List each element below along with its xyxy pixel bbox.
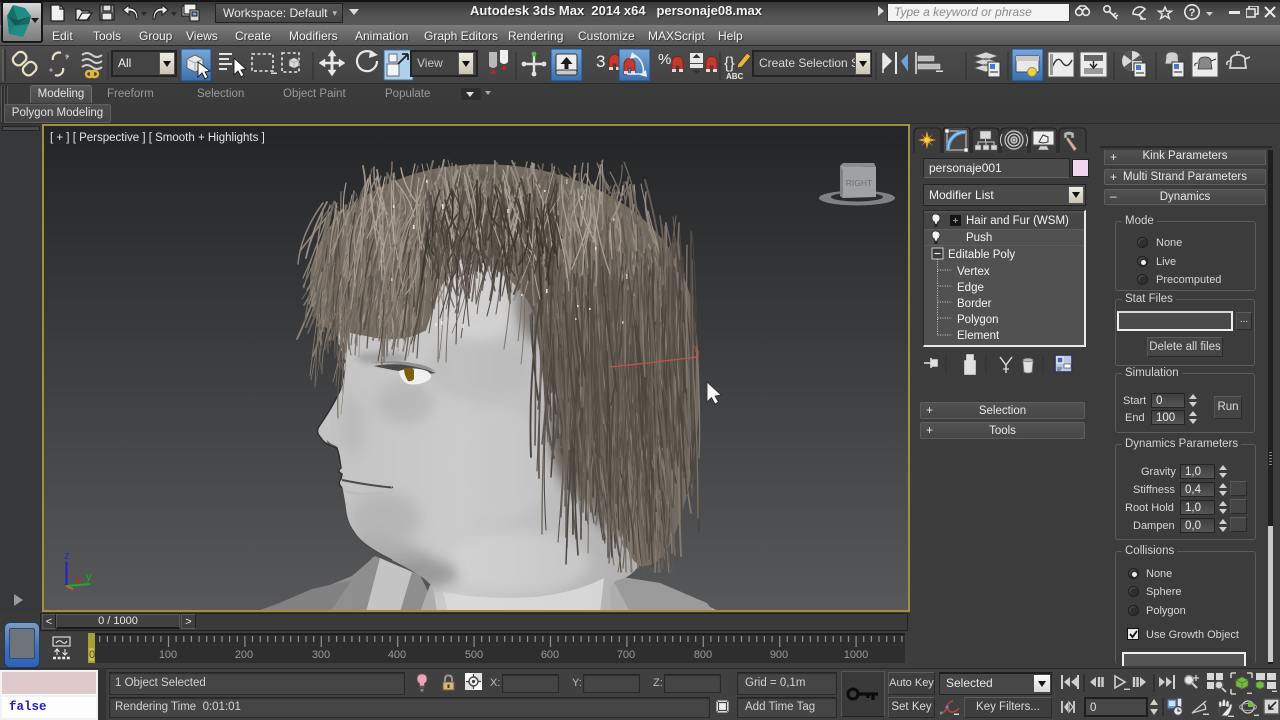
svg-text:[ + ] [ Perspective ] [ Smooth: [ + ] [ Perspective ] [ Smooth + Highlig… <box>50 132 265 144</box>
svg-text:z: z <box>64 550 70 562</box>
svg-text:Polygon: Polygon <box>957 314 999 326</box>
svg-text:500: 500 <box>465 649 483 661</box>
svg-text:Push: Push <box>966 232 992 244</box>
svg-text:0: 0 <box>89 649 95 661</box>
svg-text:0: 0 <box>1090 702 1096 714</box>
svg-text:300: 300 <box>312 649 330 661</box>
svg-text:{}: {} <box>724 55 735 72</box>
svg-text:y: y <box>694 343 698 352</box>
svg-text:600: 600 <box>541 649 559 661</box>
svg-text:x: x <box>76 575 82 586</box>
svg-text:RIGHT: RIGHT <box>846 178 872 188</box>
svg-text:1000: 1000 <box>844 649 868 661</box>
svg-text:Border: Border <box>957 298 992 310</box>
svg-text:100: 100 <box>159 649 177 661</box>
svg-text:Hair and Fur (WSM): Hair and Fur (WSM) <box>966 215 1069 227</box>
svg-text:Editable Poly: Editable Poly <box>948 249 1015 261</box>
svg-text:200: 200 <box>235 649 253 661</box>
svg-text:?: ? <box>1189 7 1196 19</box>
svg-text:900: 900 <box>770 649 788 661</box>
svg-text:3: 3 <box>596 52 605 71</box>
svg-text:y: y <box>86 571 92 583</box>
svg-text:700: 700 <box>617 649 635 661</box>
svg-text:ABC: ABC <box>726 72 744 81</box>
svg-text:Edge: Edge <box>957 282 984 294</box>
svg-text:400: 400 <box>388 649 406 661</box>
svg-text:%: % <box>658 51 671 68</box>
svg-text:Vertex: Vertex <box>957 266 990 278</box>
svg-text:800: 800 <box>694 649 712 661</box>
svg-text:Element: Element <box>957 330 1000 342</box>
